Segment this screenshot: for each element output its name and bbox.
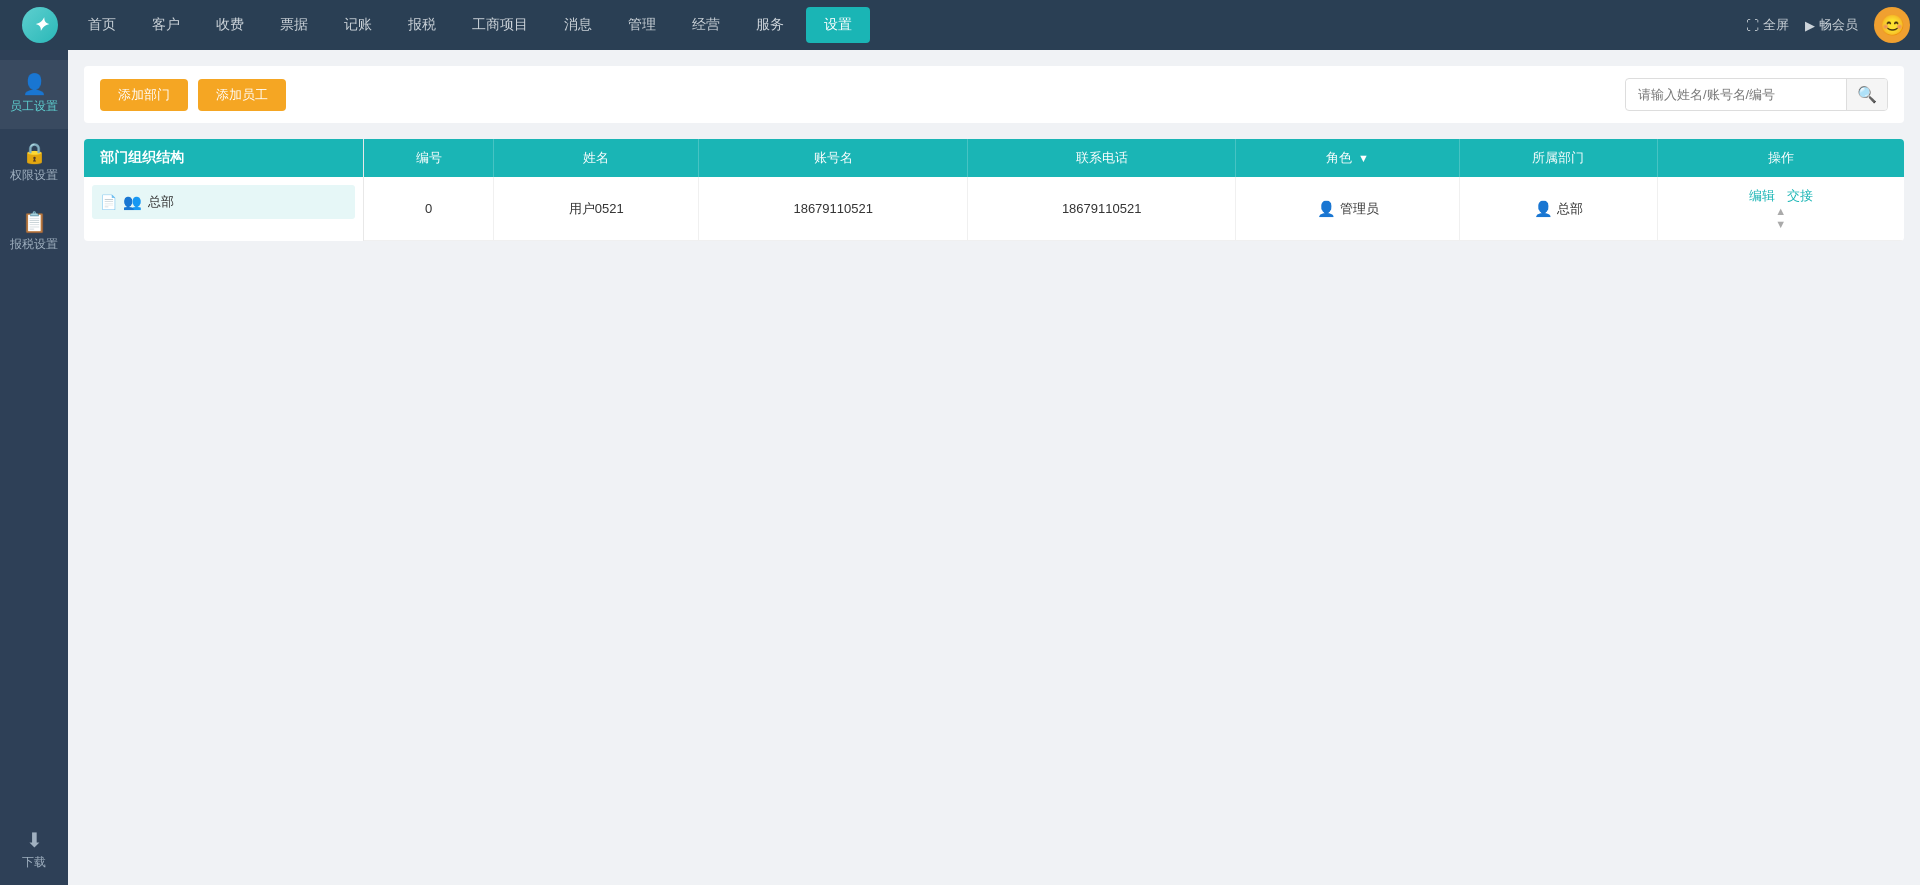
toolbar: 添加部门 添加员工 🔍 [84,66,1904,123]
cell-account: 18679110521 [699,177,967,241]
folder-icon: 📄 [100,194,117,210]
top-navbar: ✦ 首页客户收费票据记账报税工商项目消息管理经营服务设置 ⛶ 全屏 ▶ 畅会员 … [0,0,1920,50]
fullscreen-button[interactable]: ⛶ 全屏 [1746,16,1789,34]
sidebar-bottom: ⬇ 下载 [0,816,68,885]
search-input[interactable] [1626,81,1846,108]
dept-panel-header: 部门组织结构 [84,139,363,177]
dept-panel: 部门组织结构 📄 👥 总部 [84,139,364,241]
sidebar-download-label: 下载 [22,854,46,871]
content-area: 部门组织结构 📄 👥 总部 编号 姓名 账号名 [84,139,1904,241]
left-sidebar: 👤 员工设置 🔒 权限设置 📋 报税设置 ⬇ 下载 [0,50,68,885]
lock-icon: 🔒 [22,143,47,163]
sidebar-item-taxsetting[interactable]: 📋 报税设置 [0,198,68,267]
vip-icon: ▶ [1805,18,1815,33]
col-role: 角色 ▼ [1236,139,1459,177]
add-dept-button[interactable]: 添加部门 [100,79,188,111]
dept-tree: 📄 👥 总部 [84,177,363,227]
table-row: 0 用户0521 18679110521 18679110521 👤 管理员 [364,177,1904,241]
edit-button[interactable]: 编辑 [1749,188,1775,203]
nav-item-工商项目[interactable]: 工商项目 [454,0,546,50]
col-name: 姓名 [494,139,699,177]
download-icon: ⬇ [26,830,43,850]
cell-id: 0 [364,177,494,241]
sidebar-download-button[interactable]: ⬇ 下载 [0,816,68,885]
vip-label: 畅会员 [1819,16,1858,34]
nav-item-票据[interactable]: 票据 [262,0,326,50]
cell-role: 👤 管理员 [1236,177,1459,241]
nav-item-收费[interactable]: 收费 [198,0,262,50]
dept-item-label: 总部 [148,193,174,211]
sidebar-item-taxsetting-label: 报税设置 [10,236,58,253]
dept-item-root[interactable]: 📄 👥 总部 [92,185,355,219]
nav-item-设置[interactable]: 设置 [806,7,870,43]
fullscreen-icon: ⛶ [1746,18,1759,33]
cell-actions: 编辑 交接 ▲ ▼ [1657,177,1904,241]
sidebar-item-employee-label: 员工设置 [10,98,58,115]
nav-item-管理[interactable]: 管理 [610,0,674,50]
nav-item-首页[interactable]: 首页 [70,0,134,50]
employee-panel: 编号 姓名 账号名 联系电话 角色 ▼ 所属部门 操作 [364,139,1904,241]
nav-item-服务[interactable]: 服务 [738,0,802,50]
col-phone: 联系电话 [967,139,1235,177]
logo-icon: ✦ [22,7,58,43]
cell-name: 用户0521 [494,177,699,241]
employee-table: 编号 姓名 账号名 联系电话 角色 ▼ 所属部门 操作 [364,139,1904,241]
table-header: 编号 姓名 账号名 联系电话 角色 ▼ 所属部门 操作 [364,139,1904,177]
user-avatar[interactable]: 😊 [1874,7,1910,43]
row-scroll-arrows: ▲ ▼ [1670,205,1892,230]
sidebar-item-employee[interactable]: 👤 员工设置 [0,60,68,129]
main-content: 添加部门 添加员工 🔍 部门组织结构 📄 👥 总部 [68,50,1920,885]
cell-phone: 18679110521 [967,177,1235,241]
col-action: 操作 [1657,139,1904,177]
dept-user-icon: 👤 [1534,200,1553,218]
nav-right: ⛶ 全屏 ▶ 畅会员 😊 [1746,7,1910,43]
role-filter-icon[interactable]: ▼ [1358,152,1369,164]
sidebar-item-permission[interactable]: 🔒 权限设置 [0,129,68,198]
sidebar-item-permission-label: 权限设置 [10,167,58,184]
role-user-icon: 👤 [1317,200,1336,218]
employee-icon: 👤 [22,74,47,94]
col-dept: 所属部门 [1459,139,1657,177]
dept-label: 总部 [1557,200,1583,218]
app-logo: ✦ [10,7,70,43]
role-label: 管理员 [1340,200,1379,218]
fullscreen-label: 全屏 [1763,16,1789,34]
col-id: 编号 [364,139,494,177]
cell-dept: 👤 总部 [1459,177,1657,241]
nav-item-报税[interactable]: 报税 [390,0,454,50]
search-box: 🔍 [1625,78,1888,111]
dept-user-icon: 👥 [123,193,142,211]
search-button[interactable]: 🔍 [1846,79,1887,110]
col-account: 账号名 [699,139,967,177]
nav-item-消息[interactable]: 消息 [546,0,610,50]
add-employee-button[interactable]: 添加员工 [198,79,286,111]
report-icon: 📋 [22,212,47,232]
vip-button[interactable]: ▶ 畅会员 [1805,16,1858,34]
nav-item-记账[interactable]: 记账 [326,0,390,50]
nav-item-经营[interactable]: 经营 [674,0,738,50]
nav-menu: 首页客户收费票据记账报税工商项目消息管理经营服务设置 [70,0,1746,50]
employee-table-body: 0 用户0521 18679110521 18679110521 👤 管理员 [364,177,1904,241]
transfer-button[interactable]: 交接 [1787,188,1813,203]
table-wrapper: 编号 姓名 账号名 联系电话 角色 ▼ 所属部门 操作 [364,139,1904,241]
nav-item-客户[interactable]: 客户 [134,0,198,50]
